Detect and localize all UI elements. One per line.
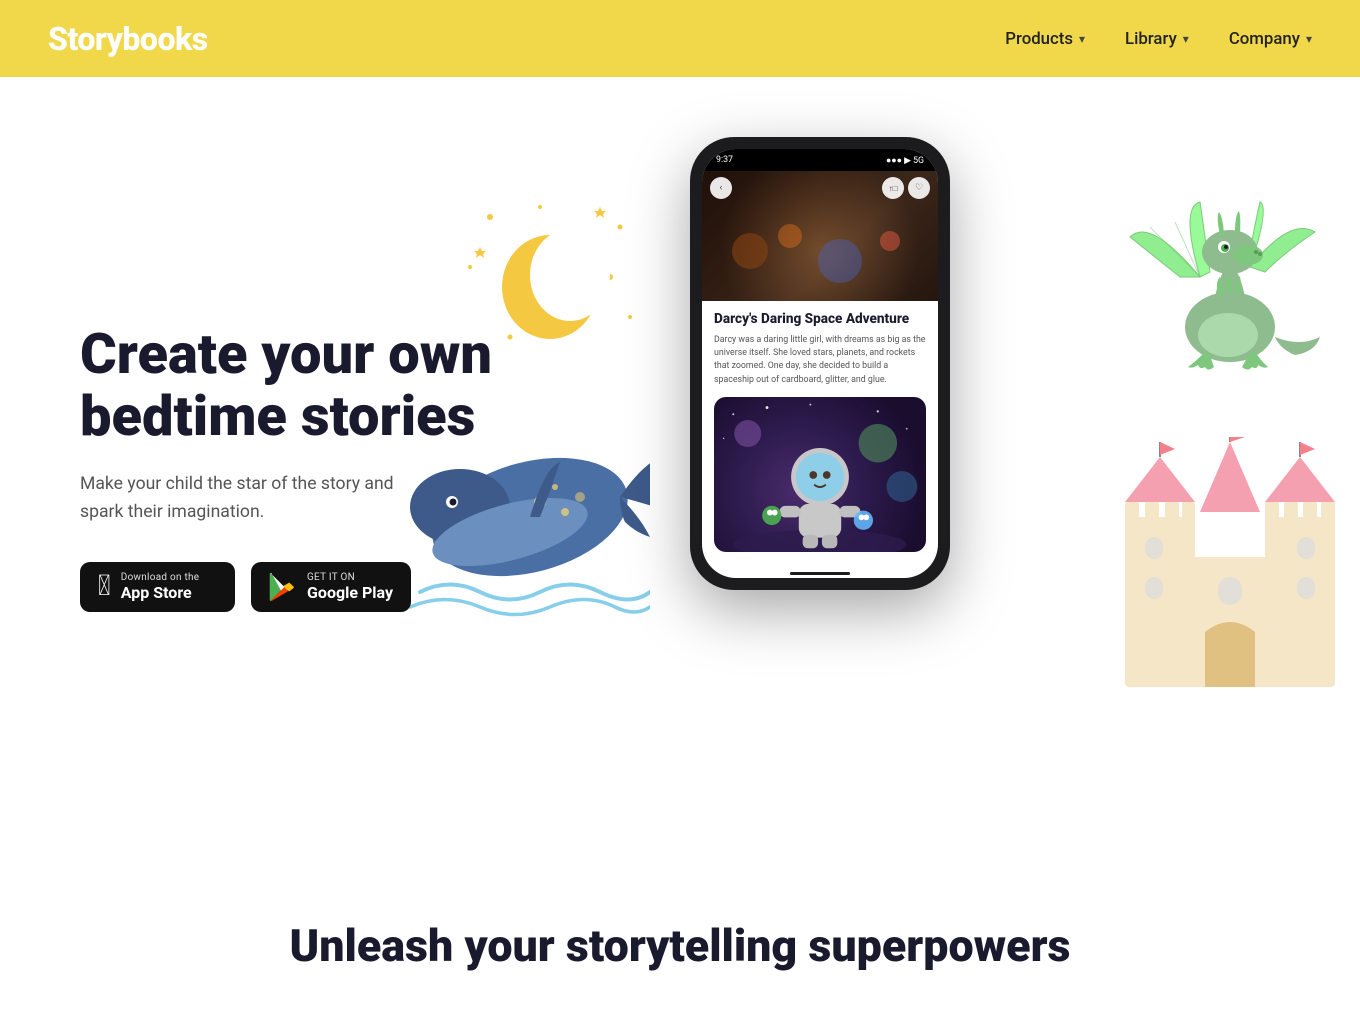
share-button[interactable]: ↑□ (882, 177, 904, 199)
phone-story-title: Darcy's Daring Space Adventure (714, 311, 926, 328)
google-play-sublabel: GET IT ON (307, 572, 393, 583)
site-logo[interactable]: Storybooks (48, 20, 208, 58)
phone-home-area (702, 566, 938, 578)
hero-title: Create your own bedtime stories (80, 324, 500, 447)
back-button[interactable]: ‹ (710, 177, 732, 199)
google-play-icon (269, 573, 297, 601)
phone-status-bar: 9:37 ●●● ▶ 5G (702, 149, 938, 171)
chevron-down-icon: ▾ (1079, 32, 1085, 46)
phone-outer: 9:37 ●●● ▶ 5G ‹ ↑□ ♡ (690, 137, 950, 590)
phone-story-illustration (714, 397, 926, 552)
google-play-button[interactable]: GET IT ON Google Play (251, 562, 411, 612)
phone-story-text: Darcy was a daring little girl, with dre… (714, 334, 926, 387)
app-store-name: App Store (121, 583, 200, 602)
nav-links: Products ▾ Library ▾ Company ▾ (1005, 29, 1312, 49)
castle-decoration (1100, 437, 1360, 697)
app-store-sublabel: Download on the (121, 572, 200, 583)
nav-library[interactable]: Library ▾ (1125, 29, 1189, 49)
dragon-decoration (1120, 197, 1340, 397)
home-indicator (790, 572, 850, 575)
nav-products[interactable]: Products ▾ (1005, 29, 1085, 49)
hero-section: Create your own bedtime stories Make you… (0, 77, 1360, 859)
superpowers-section: Unleash your storytelling superpowers (0, 859, 1360, 1012)
nav-company[interactable]: Company ▾ (1229, 29, 1312, 49)
superpowers-title: Unleash your storytelling superpowers (20, 919, 1340, 972)
phone-nav-bar: ‹ ↑□ ♡ (710, 177, 930, 199)
space-scene-svg (714, 397, 926, 552)
store-buttons:  Download on the App Store GET IT ON Go… (80, 562, 500, 612)
hero-left: Create your own bedtime stories Make you… (80, 324, 500, 612)
phone-mockup: 9:37 ●●● ▶ 5G ‹ ↑□ ♡ (690, 137, 950, 590)
phone-story-content: Darcy's Daring Space Adventure Darcy was… (702, 301, 938, 566)
google-play-name: Google Play (307, 583, 393, 602)
phone-signal: ●●● ▶ 5G (886, 155, 924, 166)
chevron-down-icon: ▾ (1306, 32, 1312, 46)
favorite-button[interactable]: ♡ (908, 177, 930, 199)
phone-story-image: ‹ ↑□ ♡ (702, 171, 938, 301)
chevron-down-icon: ▾ (1183, 32, 1189, 46)
space-art (710, 221, 930, 301)
phone-time: 9:37 (716, 155, 733, 165)
navbar: Storybooks Products ▾ Library ▾ Company … (0, 0, 1360, 77)
app-store-button[interactable]:  Download on the App Store (80, 562, 235, 612)
apple-icon:  (98, 572, 111, 601)
phone-inner: 9:37 ●●● ▶ 5G ‹ ↑□ ♡ (702, 149, 938, 578)
hero-subtitle: Make your child the star of the story an… (80, 471, 440, 526)
